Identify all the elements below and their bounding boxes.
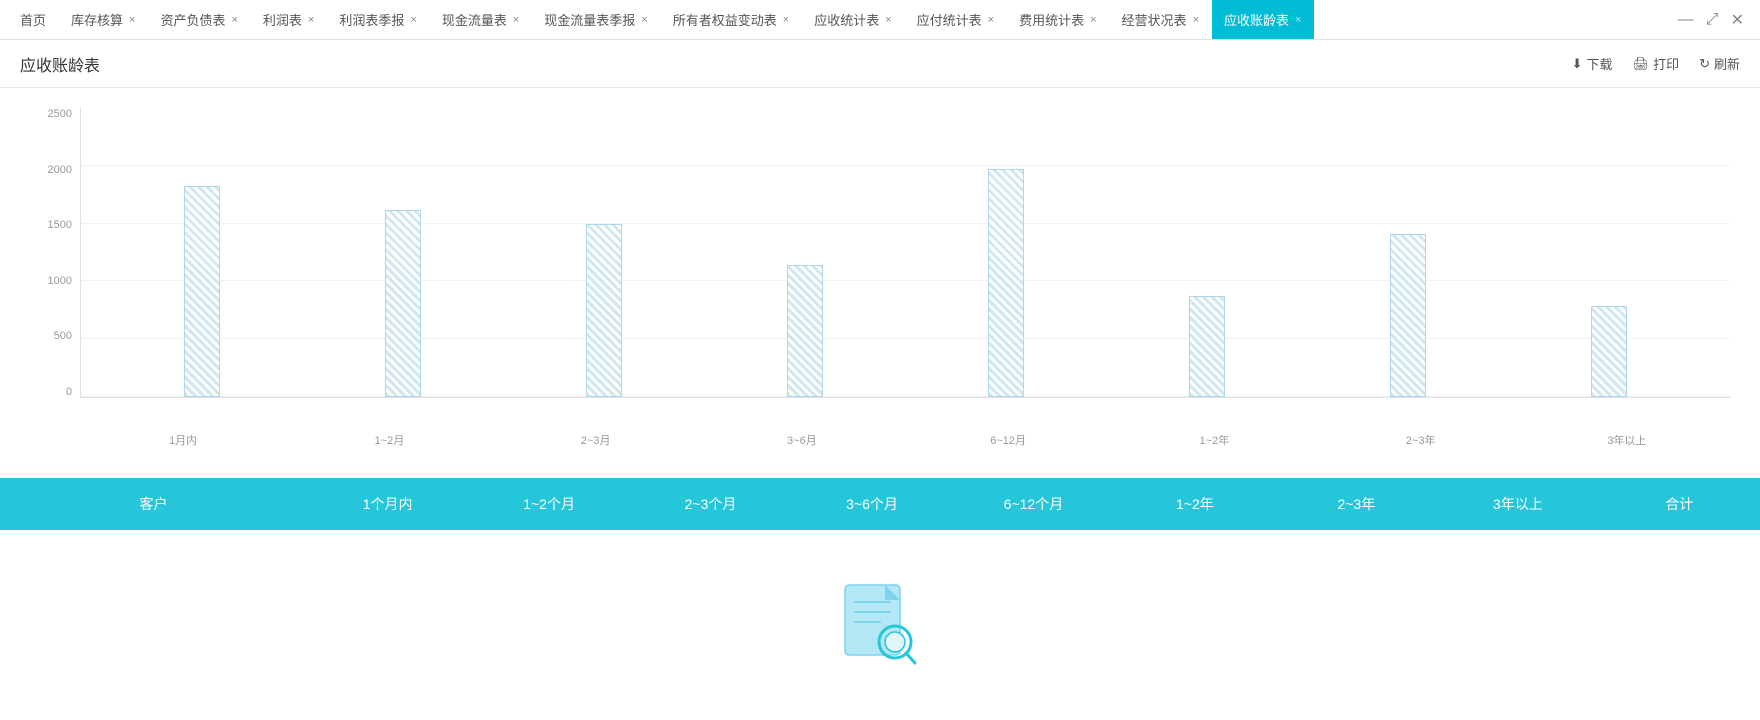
- bar-group: [1509, 306, 1710, 397]
- chart-bar: [787, 265, 823, 397]
- empty-state-icon: [825, 570, 935, 680]
- tab-equity[interactable]: 所有者权益变动表×: [661, 0, 802, 40]
- refresh-icon: ↻: [1699, 56, 1710, 72]
- x-axis-label: 1~2年: [1111, 428, 1317, 448]
- chart-inner: [80, 108, 1730, 398]
- refresh-button[interactable]: ↻ 刷新: [1699, 54, 1740, 73]
- y-axis-label: 2500: [48, 108, 72, 120]
- table-header-cell: 6~12个月: [953, 494, 1114, 514]
- bar-group: [1308, 234, 1509, 397]
- bar-group: [101, 186, 302, 397]
- y-axis-label: 1500: [48, 219, 72, 231]
- x-axis-label: 2~3年: [1318, 428, 1524, 448]
- chart-bar: [1591, 306, 1627, 397]
- close-tab-ar-aging-icon[interactable]: ×: [1295, 14, 1301, 26]
- y-axis-label: 0: [66, 386, 72, 398]
- close-tab-expense-stat-icon[interactable]: ×: [1090, 14, 1096, 26]
- tab-home[interactable]: 首页: [8, 0, 59, 40]
- main-content: 25002000150010005000 1月内1~2月2~3月3~6月6~12…: [0, 88, 1760, 720]
- table-header-cell: 1~2个月: [468, 494, 629, 514]
- bar-group: [1107, 296, 1308, 397]
- chart-bar: [988, 169, 1024, 397]
- close-tab-payable-stat-icon[interactable]: ×: [988, 14, 994, 26]
- x-axis-label: 3~6月: [699, 428, 905, 448]
- x-axis-label: 3年以上: [1524, 428, 1730, 448]
- tab-receivable-stat[interactable]: 应收统计表×: [802, 0, 904, 40]
- x-axis-label: 2~3月: [493, 428, 699, 448]
- page-header: 应收账龄表 ⬇ 下载 🖨 打印 ↻ 刷新: [0, 40, 1760, 88]
- close-button[interactable]: ✕: [1731, 10, 1744, 30]
- print-icon: 🖨: [1633, 56, 1650, 72]
- x-axis-label: 1月内: [80, 428, 286, 448]
- x-axis-label: 6~12月: [905, 428, 1111, 448]
- download-icon: ⬇: [1572, 56, 1583, 72]
- tab-balance[interactable]: 资产负债表×: [148, 0, 250, 40]
- x-axis: 1月内1~2月2~3月3~6月6~12月1~2年2~3年3年以上: [30, 428, 1730, 448]
- table-header-cell: 1个月内: [307, 494, 468, 514]
- tab-cashflow[interactable]: 现金流量表×: [430, 0, 532, 40]
- download-button[interactable]: ⬇ 下载: [1572, 54, 1613, 73]
- tab-bar: 首页库存核算×资产负债表×利润表×利润表季报×现金流量表×现金流量表季报×所有者…: [0, 0, 1760, 40]
- x-axis-label: 1~2月: [286, 428, 492, 448]
- bar-group: [704, 265, 905, 397]
- table-header-cell: 合计: [1599, 494, 1760, 514]
- chart-area: 2500 2000 1500 1000 500 0 1月内1~2月2~3月3~6月6~12…: [0, 88, 1760, 478]
- close-tab-receivable-stat-icon[interactable]: ×: [885, 14, 891, 26]
- tab-payable-stat[interactable]: 应付统计表×: [905, 0, 1007, 40]
- tab-profit[interactable]: 利润表×: [251, 0, 327, 40]
- window-controls: — ⤢ ✕: [1678, 10, 1752, 30]
- page-title: 应收账龄表: [20, 52, 100, 76]
- chart-bar: [385, 210, 421, 397]
- y-axis-label: 1000: [48, 275, 72, 287]
- maximize-button[interactable]: ⤢: [1706, 11, 1719, 29]
- print-button[interactable]: 🖨 打印: [1633, 54, 1680, 73]
- chart-container: 2500 2000 1500 1000 500 0: [30, 108, 1730, 428]
- close-tab-cashflow-icon[interactable]: ×: [513, 14, 519, 26]
- close-tab-equity-icon[interactable]: ×: [783, 14, 789, 26]
- y-axis-label: 500: [54, 330, 72, 342]
- close-tab-balance-icon[interactable]: ×: [231, 14, 237, 26]
- close-tab-operations-icon[interactable]: ×: [1193, 14, 1199, 26]
- empty-state: [0, 530, 1760, 700]
- chart-bar: [1390, 234, 1426, 397]
- chart-bar: [586, 224, 622, 397]
- tab-ar-aging[interactable]: 应收账龄表×: [1212, 0, 1314, 40]
- close-tab-inventory-icon[interactable]: ×: [129, 14, 135, 26]
- close-tab-cashflow-quarterly-icon[interactable]: ×: [641, 14, 647, 26]
- table-header-cell: 2~3年: [1276, 494, 1437, 514]
- tab-expense-stat[interactable]: 费用统计表×: [1007, 0, 1109, 40]
- bar-group: [302, 210, 503, 397]
- chart-bar: [1189, 296, 1225, 397]
- table-header-cell: 3~6个月: [791, 494, 952, 514]
- table-header-cell: 1~2年: [1114, 494, 1275, 514]
- table-header-cell: 2~3个月: [630, 494, 791, 514]
- tab-profit-quarterly[interactable]: 利润表季报×: [327, 0, 429, 40]
- tab-inventory[interactable]: 库存核算×: [59, 0, 148, 40]
- bar-group: [906, 169, 1107, 397]
- bar-group: [503, 224, 704, 397]
- tab-operations[interactable]: 经营状况表×: [1110, 0, 1212, 40]
- table-header-cell: 客户: [0, 494, 307, 514]
- y-axis: 2500 2000 1500 1000 500 0: [30, 108, 80, 398]
- chart-bar: [184, 186, 220, 397]
- minimize-button[interactable]: —: [1678, 11, 1694, 29]
- header-actions: ⬇ 下载 🖨 打印 ↻ 刷新: [1572, 54, 1740, 73]
- table-header: 客户1个月内1~2个月2~3个月3~6个月6~12个月1~2年2~3年3年以上合…: [0, 478, 1760, 530]
- table-header-cell: 3年以上: [1437, 494, 1598, 514]
- tab-cashflow-quarterly[interactable]: 现金流量表季报×: [532, 0, 660, 40]
- y-axis-label: 2000: [48, 164, 72, 176]
- close-tab-profit-icon[interactable]: ×: [308, 14, 314, 26]
- close-tab-profit-quarterly-icon[interactable]: ×: [410, 14, 416, 26]
